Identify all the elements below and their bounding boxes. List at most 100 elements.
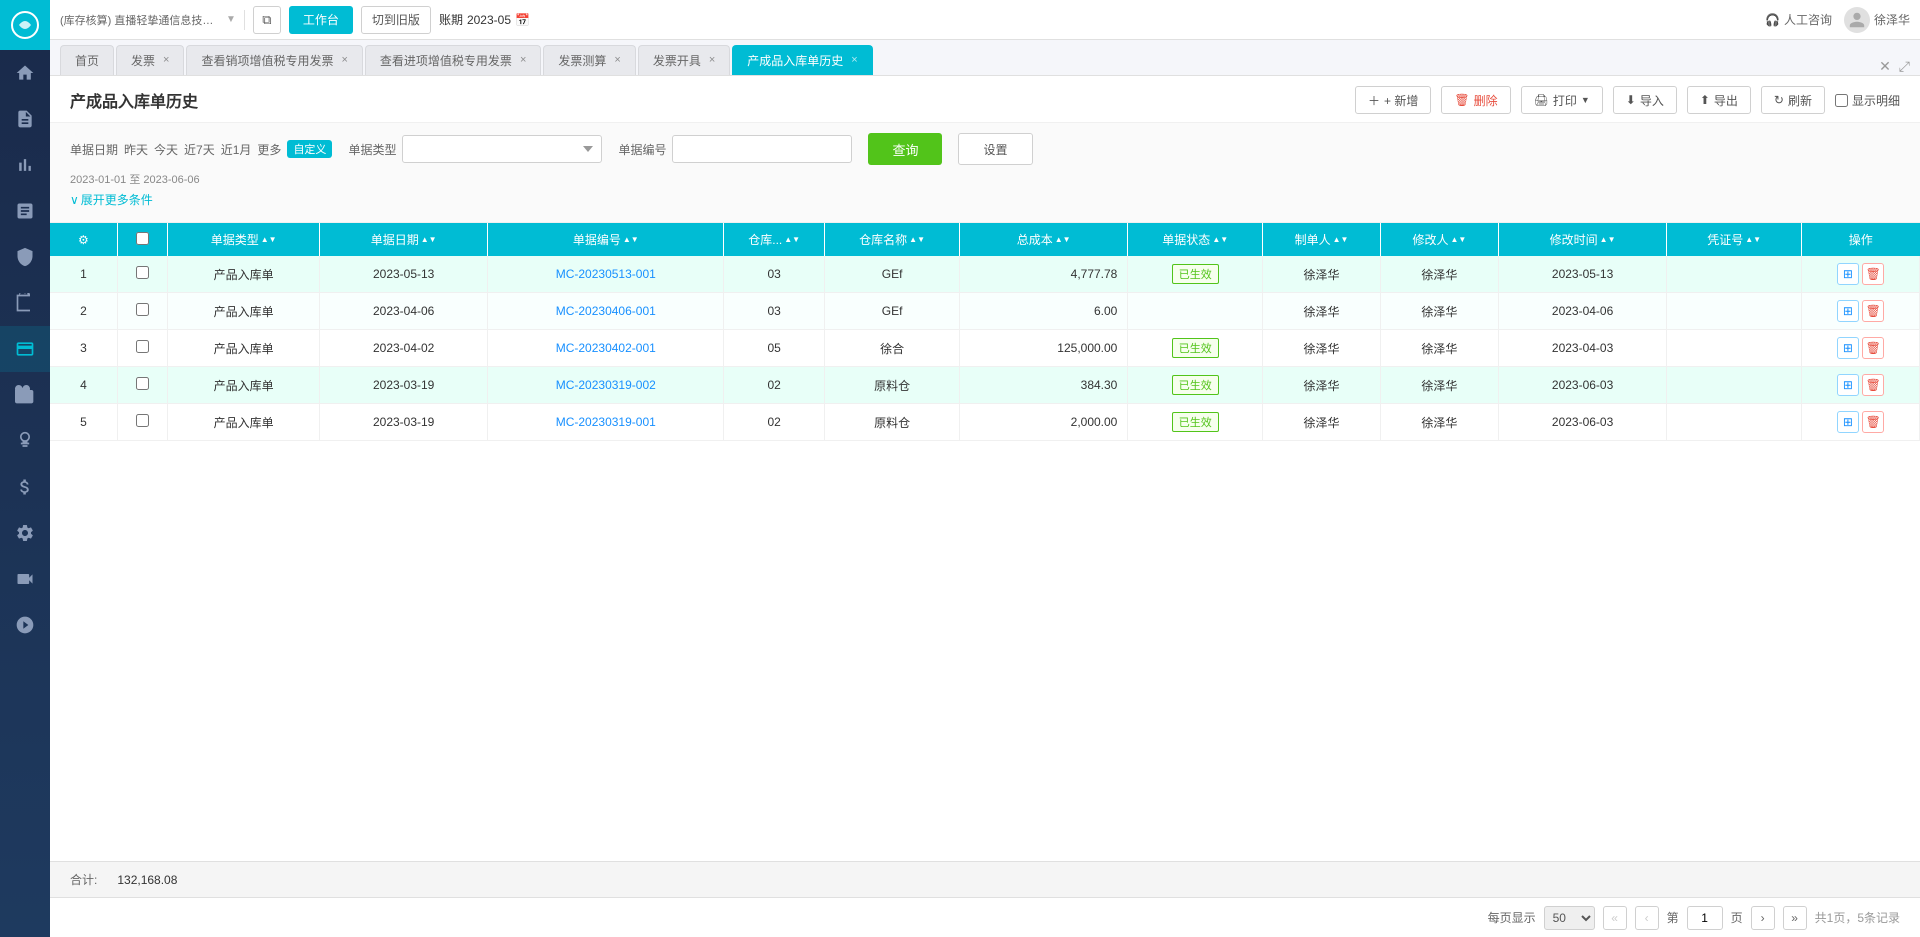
th-status[interactable]: 单据状态 ▲▼ — [1128, 223, 1263, 256]
sidebar-item-stamp[interactable] — [0, 418, 50, 464]
tab-product-inbound-close[interactable]: × — [851, 55, 857, 66]
th-settings[interactable]: ⚙ — [50, 223, 117, 256]
page-number-input[interactable] — [1687, 906, 1723, 930]
sidebar-item-version[interactable] — [0, 602, 50, 648]
sidebar-item-analytics[interactable] — [0, 188, 50, 234]
query-button[interactable]: 查询 — [868, 133, 942, 165]
th-checkbox[interactable] — [117, 223, 168, 256]
sort-code[interactable]: 单据编号 ▲▼ — [573, 231, 639, 248]
first-page-btn[interactable]: « — [1603, 906, 1627, 930]
tab-invoice-open[interactable]: 发票开具 × — [638, 45, 730, 75]
tab-invoice-calc[interactable]: 发票测算 × — [543, 45, 635, 75]
tab-home[interactable]: 首页 — [60, 45, 114, 75]
next-page-btn[interactable]: › — [1751, 906, 1775, 930]
today-btn[interactable]: 今天 — [154, 141, 178, 158]
maximize-tab-btn[interactable]: ⤢ — [1899, 58, 1910, 75]
cell-checkbox[interactable] — [117, 293, 168, 330]
delete-btn-3[interactable]: 🗑 — [1862, 374, 1884, 396]
th-warehouse-id[interactable]: 仓库... ▲▼ — [724, 223, 825, 256]
sidebar-item-file[interactable] — [0, 96, 50, 142]
new-button[interactable]: ＋ + 新增 — [1355, 86, 1431, 114]
copy-icon-btn[interactable]: ⧉ — [253, 6, 281, 34]
last7days-btn[interactable]: 近7天 — [184, 141, 215, 158]
sort-modtime[interactable]: 修改时间 ▲▼ — [1550, 231, 1616, 248]
th-code[interactable]: 单据编号 ▲▼ — [488, 223, 724, 256]
row-checkbox-2[interactable] — [136, 340, 149, 353]
view-btn-0[interactable]: ⊞ — [1837, 263, 1859, 285]
expand-filter-btn[interactable]: ∨ 展开更多条件 — [70, 191, 153, 208]
th-total[interactable]: 总成本 ▲▼ — [959, 223, 1127, 256]
sidebar-item-shield[interactable] — [0, 234, 50, 280]
view-btn-4[interactable]: ⊞ — [1837, 411, 1859, 433]
code-filter-input[interactable] — [672, 135, 852, 163]
sort-date[interactable]: 单据日期 ▲▼ — [371, 231, 437, 248]
row-checkbox-3[interactable] — [136, 377, 149, 390]
yesterday-btn[interactable]: 昨天 — [124, 141, 148, 158]
last-page-btn[interactable]: » — [1783, 906, 1807, 930]
th-type[interactable]: 单据类型 ▲▼ — [168, 223, 320, 256]
th-modtime[interactable]: 修改时间 ▲▼ — [1498, 223, 1666, 256]
company-dropdown-icon[interactable]: ▼ — [226, 14, 236, 25]
switch-version-button[interactable]: 切到旧版 — [361, 6, 431, 34]
delete-btn-0[interactable]: 🗑 — [1862, 263, 1884, 285]
prev-page-btn[interactable]: ‹ — [1635, 906, 1659, 930]
sort-warehouse-id[interactable]: 仓库... ▲▼ — [748, 231, 800, 248]
cell-checkbox[interactable] — [117, 330, 168, 367]
th-creator[interactable]: 制单人 ▲▼ — [1263, 223, 1381, 256]
tab-invoice-calc-close[interactable]: × — [614, 55, 620, 66]
sort-voucher[interactable]: 凭证号 ▲▼ — [1707, 231, 1761, 248]
sidebar-item-video[interactable] — [0, 556, 50, 602]
sidebar-item-invoice[interactable] — [0, 326, 50, 372]
cell-checkbox[interactable] — [117, 256, 168, 293]
cell-checkbox[interactable] — [117, 404, 168, 441]
th-date[interactable]: 单据日期 ▲▼ — [319, 223, 487, 256]
code-link-4[interactable]: MC-20230319-001 — [556, 415, 656, 429]
help-button[interactable]: 🎧 人工咨询 — [1765, 11, 1832, 28]
view-btn-1[interactable]: ⊞ — [1837, 300, 1859, 322]
export-button[interactable]: ⬆ 导出 — [1687, 86, 1751, 114]
tab-product-inbound[interactable]: 产成品入库单历史 × — [732, 45, 872, 75]
sidebar-item-home[interactable] — [0, 50, 50, 96]
th-modifier[interactable]: 修改人 ▲▼ — [1380, 223, 1498, 256]
tab-invoice-open-close[interactable]: × — [709, 55, 715, 66]
sidebar-item-inventory[interactable] — [0, 372, 50, 418]
tab-purchase-invoice[interactable]: 查看进项增值税专用发票 × — [365, 45, 541, 75]
th-voucher[interactable]: 凭证号 ▲▼ — [1667, 223, 1802, 256]
column-settings-icon[interactable]: ⚙ — [78, 233, 89, 247]
user-menu[interactable]: 徐泽华 — [1844, 7, 1910, 33]
delete-btn-1[interactable]: 🗑 — [1862, 300, 1884, 322]
delete-button[interactable]: 🗑 删除 — [1441, 86, 1510, 114]
tab-invoice[interactable]: 发票 × — [116, 45, 184, 75]
row-checkbox-0[interactable] — [136, 266, 149, 279]
sidebar-item-money[interactable] — [0, 464, 50, 510]
code-link-1[interactable]: MC-20230406-001 — [556, 304, 656, 318]
close-all-tabs-btn[interactable]: ✕ — [1879, 58, 1891, 75]
delete-btn-4[interactable]: 🗑 — [1862, 411, 1884, 433]
import-button[interactable]: ⬇ 导入 — [1613, 86, 1677, 114]
type-filter-select[interactable]: 产品入库单 — [402, 135, 602, 163]
sidebar-item-settings[interactable] — [0, 510, 50, 556]
code-link-3[interactable]: MC-20230319-002 — [556, 378, 656, 392]
workbench-button[interactable]: 工作台 — [289, 6, 353, 34]
th-warehouse-name[interactable]: 仓库名称 ▲▼ — [825, 223, 960, 256]
tab-sales-invoice-close[interactable]: × — [341, 55, 347, 66]
sort-total[interactable]: 总成本 ▲▼ — [1017, 231, 1071, 248]
sort-warehouse-name[interactable]: 仓库名称 ▲▼ — [859, 231, 925, 248]
last1month-btn[interactable]: 近1月 — [221, 141, 252, 158]
row-checkbox-1[interactable] — [136, 303, 149, 316]
select-all-checkbox[interactable] — [136, 232, 149, 245]
page-size-select[interactable]: 50 20 100 — [1544, 906, 1595, 930]
view-btn-3[interactable]: ⊞ — [1837, 374, 1859, 396]
code-link-2[interactable]: MC-20230402-001 — [556, 341, 656, 355]
cell-checkbox[interactable] — [117, 367, 168, 404]
period-calendar-icon[interactable]: 📅 — [515, 13, 530, 27]
refresh-button[interactable]: ↻ 刷新 — [1761, 86, 1825, 114]
delete-btn-2[interactable]: 🗑 — [1862, 337, 1884, 359]
sort-modifier[interactable]: 修改人 ▲▼ — [1413, 231, 1467, 248]
more-dates-btn[interactable]: 更多 — [257, 141, 281, 158]
tab-sales-invoice[interactable]: 查看销项增值税专用发票 × — [186, 45, 362, 75]
tab-purchase-invoice-close[interactable]: × — [520, 55, 526, 66]
sidebar-item-book[interactable] — [0, 280, 50, 326]
custom-date-btn[interactable]: 自定义 — [287, 140, 332, 158]
row-checkbox-4[interactable] — [136, 414, 149, 427]
